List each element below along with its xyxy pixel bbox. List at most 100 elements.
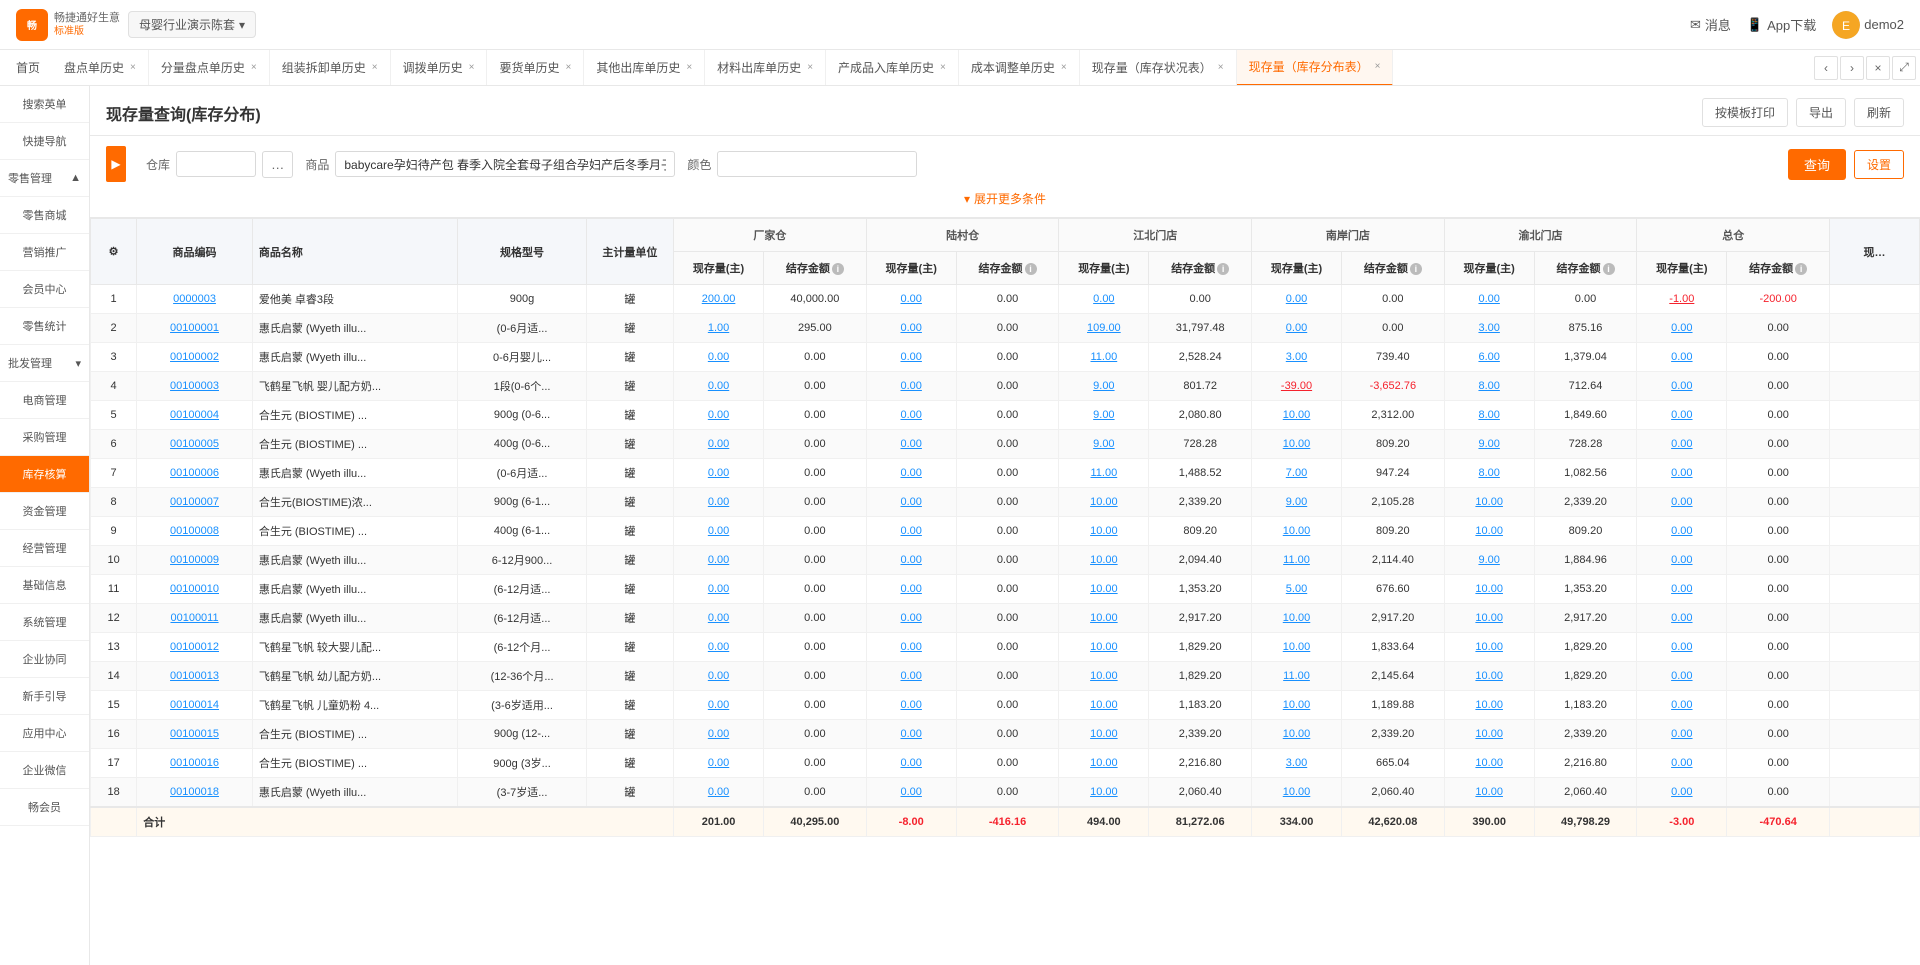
cell-code[interactable]: 00100005 <box>137 430 253 459</box>
tab-diaob[interactable]: 调拨单历史 × <box>391 50 488 86</box>
sidebar-item-purchase[interactable]: 采购管理 <box>0 419 89 456</box>
sidebar-item-retail-shop[interactable]: 零售商城 <box>0 197 89 234</box>
cell-w1-qty[interactable]: 0.00 <box>674 546 764 575</box>
cell-w5-qty[interactable]: 10.00 <box>1444 575 1534 604</box>
cell-w5-qty[interactable]: 6.00 <box>1444 343 1534 372</box>
cell-w3-qty[interactable]: 11.00 <box>1059 343 1149 372</box>
tab-yaohuo[interactable]: 要货单历史 × <box>487 50 584 86</box>
sidebar-item-member2[interactable]: 畅会员 <box>0 789 89 826</box>
message-btn[interactable]: ✉ 消息 <box>1690 15 1731 34</box>
cell-w4-qty[interactable]: 9.00 <box>1252 488 1342 517</box>
cell-code[interactable]: 00100003 <box>137 372 253 401</box>
tab-close-zuzhuang[interactable]: × <box>372 62 378 73</box>
info-yubei-amt[interactable]: i <box>1603 263 1615 275</box>
cell-w1-qty[interactable]: 0.00 <box>674 488 764 517</box>
tab-cailiao[interactable]: 材料出库单历史 × <box>705 50 826 86</box>
tab-chengben[interactable]: 成本调整单历史 × <box>959 50 1080 86</box>
cell-w3-qty[interactable]: 10.00 <box>1059 633 1149 662</box>
cell-total-qty[interactable]: 0.00 <box>1637 488 1727 517</box>
tab-close-pandian[interactable]: × <box>130 62 136 73</box>
sidebar-item-retail-mgmt[interactable]: 零售管理▲ <box>0 160 89 197</box>
cell-w1-qty[interactable]: 0.00 <box>674 575 764 604</box>
cell-w4-qty[interactable]: 0.00 <box>1252 285 1342 314</box>
cell-w2-qty[interactable]: 0.00 <box>866 778 956 808</box>
tab-close-fenliang[interactable]: × <box>251 62 257 73</box>
cell-w3-qty[interactable]: 10.00 <box>1059 778 1149 808</box>
tab-kucun-zhuangkuang[interactable]: 现存量（库存状况表） × <box>1080 50 1237 86</box>
tab-close-kucun-fenbiao[interactable]: × <box>1375 61 1381 72</box>
sidebar-item-member[interactable]: 会员中心 <box>0 271 89 308</box>
warehouse-input[interactable] <box>176 151 256 177</box>
tab-fenliang[interactable]: 分量盘点单历史 × <box>149 50 270 86</box>
sidebar-item-basic-info[interactable]: 基础信息 <box>0 567 89 604</box>
sidebar-item-nav[interactable]: 快捷导航 <box>0 123 89 160</box>
info-factory-amt[interactable]: i <box>832 263 844 275</box>
cell-w2-qty[interactable]: 0.00 <box>866 546 956 575</box>
cell-total-qty[interactable]: 0.00 <box>1637 459 1727 488</box>
cell-code[interactable]: 00100018 <box>137 778 253 808</box>
sidebar-item-search[interactable]: 搜索英单 <box>0 86 89 123</box>
tab-zuzhuang[interactable]: 组装拆卸单历史 × <box>270 50 391 86</box>
cell-w1-qty[interactable]: 0.00 <box>674 604 764 633</box>
query-btn[interactable]: 查询 <box>1788 149 1846 180</box>
sidebar-item-enterprise[interactable]: 企业协同 <box>0 641 89 678</box>
cell-total-qty[interactable]: 0.00 <box>1637 575 1727 604</box>
cell-w2-qty[interactable]: 0.00 <box>866 314 956 343</box>
cell-w1-qty[interactable]: 0.00 <box>674 749 764 778</box>
cell-w3-qty[interactable]: 11.00 <box>1059 459 1149 488</box>
cell-w1-qty[interactable]: 0.00 <box>674 372 764 401</box>
info-jiangbei-amt[interactable]: i <box>1217 263 1229 275</box>
cell-w2-qty[interactable]: 0.00 <box>866 604 956 633</box>
cell-w3-qty[interactable]: 109.00 <box>1059 314 1149 343</box>
cell-total-qty[interactable]: 0.00 <box>1637 604 1727 633</box>
cell-code[interactable]: 00100010 <box>137 575 253 604</box>
tab-close-chengben[interactable]: × <box>1061 62 1067 73</box>
cell-w4-qty[interactable]: 5.00 <box>1252 575 1342 604</box>
cell-w3-qty[interactable]: 10.00 <box>1059 604 1149 633</box>
cell-w5-qty[interactable]: 10.00 <box>1444 517 1534 546</box>
tab-chancheng[interactable]: 产成品入库单历史 × <box>826 50 959 86</box>
cell-w2-qty[interactable]: 0.00 <box>866 343 956 372</box>
nav-prev-btn[interactable]: ‹ <box>1814 56 1838 80</box>
cell-w3-qty[interactable]: 10.00 <box>1059 749 1149 778</box>
cell-w5-qty[interactable]: 9.00 <box>1444 546 1534 575</box>
expand-conditions-btn[interactable]: ▾ 展开更多条件 <box>964 190 1046 207</box>
cell-code[interactable]: 0000003 <box>137 285 253 314</box>
cell-w1-qty[interactable]: 1.00 <box>674 314 764 343</box>
cell-w1-qty[interactable]: 0.00 <box>674 778 764 808</box>
cell-total-qty[interactable]: 0.00 <box>1637 517 1727 546</box>
cell-w2-qty[interactable]: 0.00 <box>866 662 956 691</box>
cell-code[interactable]: 00100015 <box>137 720 253 749</box>
product-input[interactable] <box>335 151 675 177</box>
tab-close-cailiao[interactable]: × <box>807 62 813 73</box>
cell-code[interactable]: 00100012 <box>137 633 253 662</box>
sidebar-item-guide[interactable]: 新手引导 <box>0 678 89 715</box>
cell-w4-qty[interactable]: 0.00 <box>1252 314 1342 343</box>
cell-total-qty[interactable]: 0.00 <box>1637 720 1727 749</box>
cell-w3-qty[interactable]: 10.00 <box>1059 720 1149 749</box>
cell-w4-qty[interactable]: 10.00 <box>1252 401 1342 430</box>
sidebar-item-wholesale[interactable]: 批发管理▾ <box>0 345 89 382</box>
industry-selector[interactable]: 母婴行业演示陈套 ▾ <box>128 11 256 38</box>
cell-w5-qty[interactable]: 10.00 <box>1444 604 1534 633</box>
tab-pandian[interactable]: 盘点单历史 × <box>52 50 149 86</box>
cell-w2-qty[interactable]: 0.00 <box>866 691 956 720</box>
sidebar-item-finance[interactable]: 资金管理 <box>0 493 89 530</box>
sidebar-item-app-center[interactable]: 应用中心 <box>0 715 89 752</box>
cell-w3-qty[interactable]: 9.00 <box>1059 372 1149 401</box>
cell-w1-qty[interactable]: 0.00 <box>674 343 764 372</box>
cell-w4-qty[interactable]: -39.00 <box>1252 372 1342 401</box>
cell-w3-qty[interactable]: 9.00 <box>1059 430 1149 459</box>
cell-code[interactable]: 00100001 <box>137 314 253 343</box>
cell-w3-qty[interactable]: 10.00 <box>1059 662 1149 691</box>
cell-total-qty[interactable]: 0.00 <box>1637 633 1727 662</box>
sidebar-item-marketing[interactable]: 营销推广 <box>0 234 89 271</box>
sidebar-item-ecommerce[interactable]: 电商管理 <box>0 382 89 419</box>
cell-w4-qty[interactable]: 10.00 <box>1252 778 1342 808</box>
cell-w2-qty[interactable]: 0.00 <box>866 285 956 314</box>
cell-w3-qty[interactable]: 10.00 <box>1059 575 1149 604</box>
cell-w4-qty[interactable]: 10.00 <box>1252 517 1342 546</box>
info-lucun-amt[interactable]: i <box>1025 263 1037 275</box>
tab-close-kucun-zhuangkuang[interactable]: × <box>1218 62 1224 73</box>
cell-w4-qty[interactable]: 3.00 <box>1252 749 1342 778</box>
